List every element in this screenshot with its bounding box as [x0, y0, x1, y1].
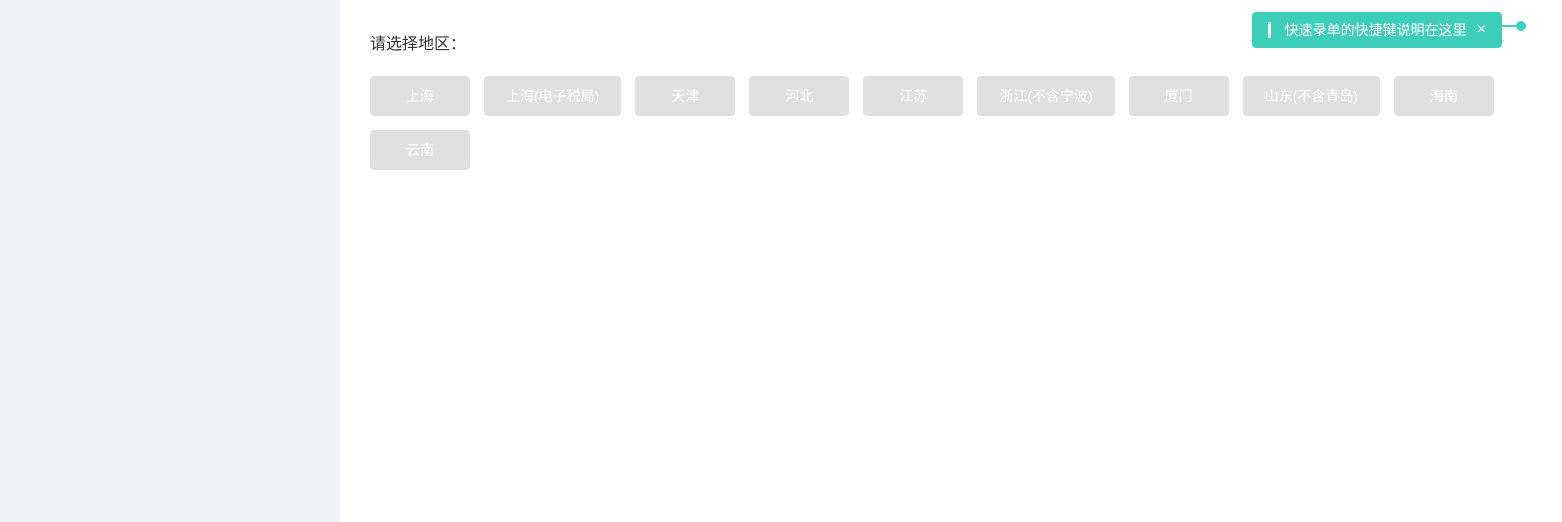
region-button-shanghai[interactable]: 上海: [370, 76, 470, 116]
tooltip-banner: 快速录单的快捷键说明在这里 ×: [1252, 12, 1502, 48]
region-button-zhejiang[interactable]: 浙江(不含宁波): [977, 76, 1114, 116]
region-button-xiamen[interactable]: 厦门: [1129, 76, 1229, 116]
region-button-tianjin[interactable]: 天津: [635, 76, 735, 116]
tooltip-close-button[interactable]: ×: [1477, 22, 1486, 38]
region-button-yunnan[interactable]: 云南: [370, 130, 470, 170]
region-button-shandong[interactable]: 山东(不含青岛): [1243, 76, 1380, 116]
tooltip-connector-dot: [1516, 21, 1526, 31]
left-sidebar: [0, 0, 340, 522]
region-button-shanghai-etax[interactable]: 上海(电子税局): [484, 76, 621, 116]
region-button-jiangsu[interactable]: 江苏: [863, 76, 963, 116]
tooltip-connector-line: [1502, 25, 1516, 27]
region-button-hainan[interactable]: 海南: [1394, 76, 1494, 116]
main-content: 请选择地区： 上海上海(电子税局)天津河北江苏浙江(不含宁波)厦门山东(不含青岛…: [340, 0, 1562, 522]
region-buttons-container: 上海上海(电子税局) 天津河北江苏浙江(不含宁波) 厦门山东(不含青岛) 海南云南: [370, 76, 1532, 170]
tooltip-bar: [1268, 22, 1271, 38]
region-button-hebei[interactable]: 河北: [749, 76, 849, 116]
tooltip-text: 快速录单的快捷键说明在这里: [1285, 20, 1467, 40]
